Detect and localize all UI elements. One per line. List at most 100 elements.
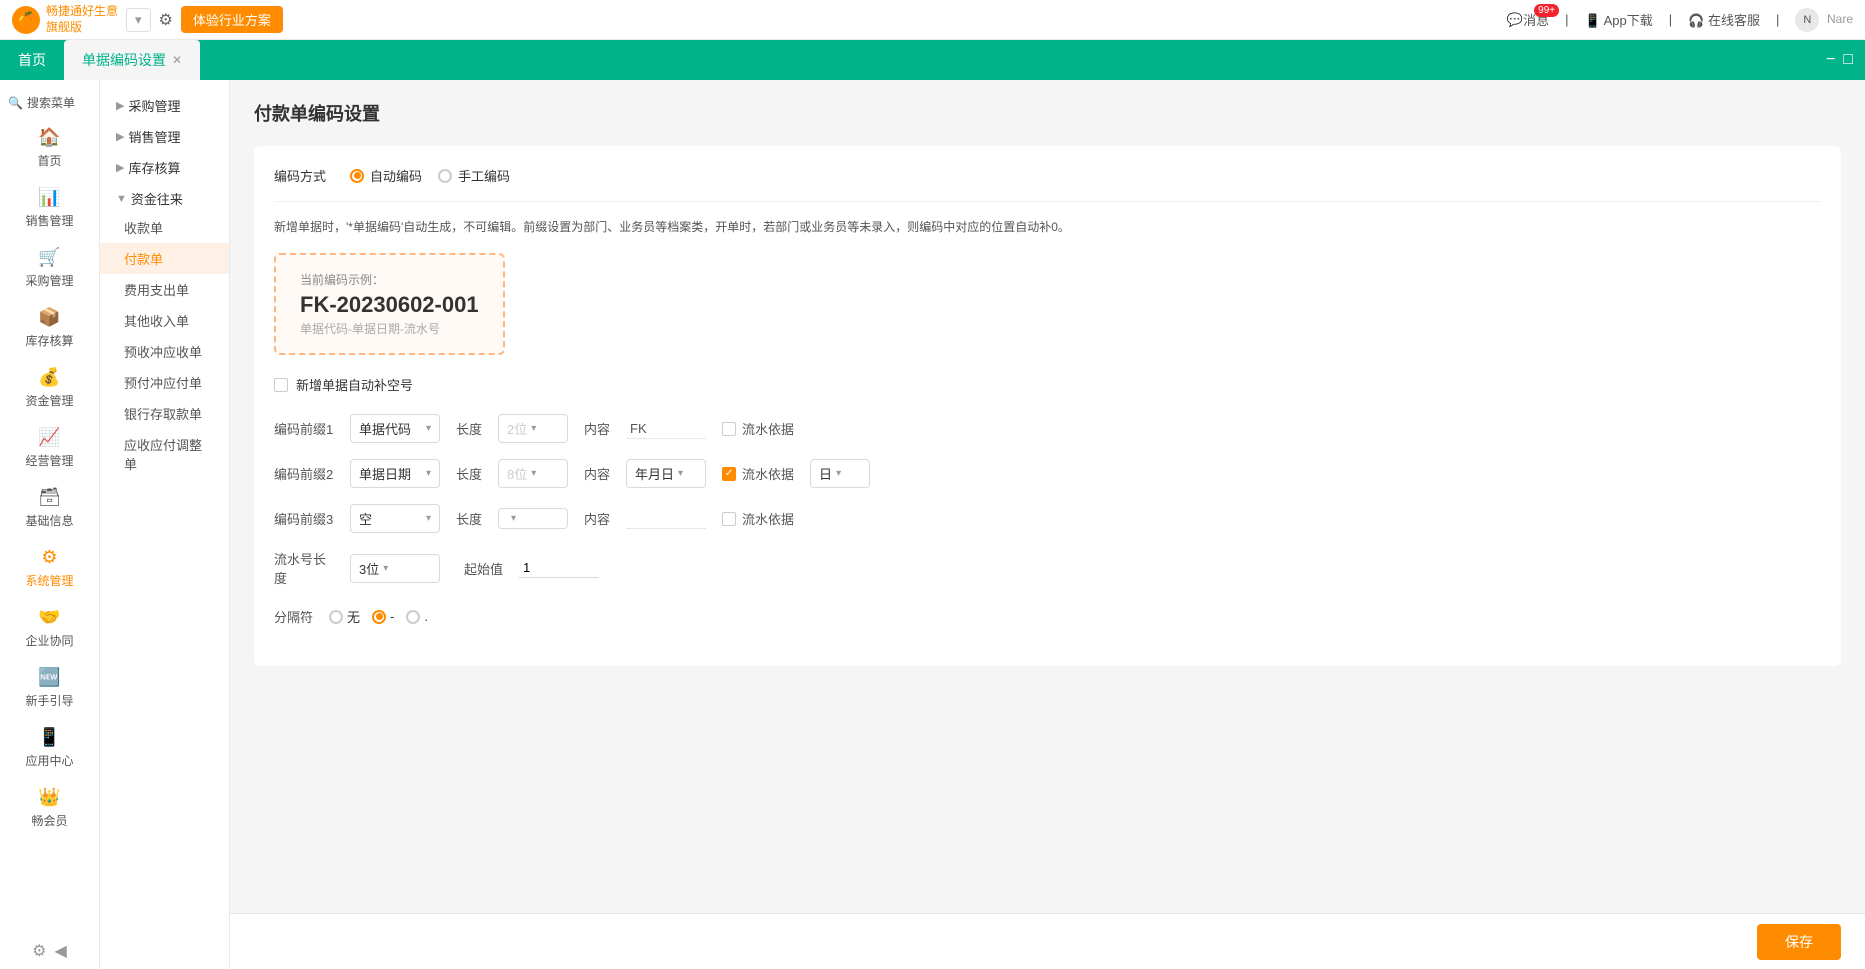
system-icon: ⚙ <box>41 547 57 568</box>
sidebar-item-finance[interactable]: 💰 资金管理 <box>0 359 99 417</box>
example-code: FK-20230602-001 <box>300 292 479 318</box>
content-wrapper: 付款单编码设置 编码方式 自动编码 手工编码 <box>230 80 1865 969</box>
radio-manual-encode[interactable]: 手工编码 <box>438 166 510 185</box>
prefix3-select[interactable]: 空 ▾ <box>350 504 440 533</box>
sidebar-item-basics[interactable]: 🗃 基础信息 <box>0 479 99 537</box>
promo-button[interactable]: 体验行业方案 <box>181 6 283 33</box>
prefix1-content-input[interactable] <box>626 419 706 439</box>
topbar-actions: ▾ ⚙ 体验行业方案 <box>126 6 283 33</box>
main-layout: 🔍 搜索菜单 🏠 首页 📊 销售管理 🛒 采购管理 📦 库存核算 💰 资金管理 … <box>0 80 1865 969</box>
sidebar-section-capital[interactable]: ▼ 资金往来 <box>100 181 229 212</box>
prefix1-serial-follow-checkbox[interactable] <box>722 422 736 436</box>
prefix2-period-arrow-icon: ▾ <box>836 468 841 479</box>
collapse-icon[interactable]: ◀ <box>55 941 67 961</box>
operations-icon: 📈 <box>38 427 60 448</box>
prefix3-content-input[interactable] <box>626 509 706 529</box>
sidebar-item-prepay-pay[interactable]: 预付冲应付单 <box>100 367 229 398</box>
autofill-checkbox[interactable] <box>274 378 288 392</box>
serial-len-select[interactable]: 3位 ▾ <box>350 554 440 583</box>
prefix2-len-arrow-icon: ▾ <box>531 468 536 479</box>
prefix2-content-select[interactable]: 年月日 ▾ <box>626 459 706 488</box>
prefix3-len-select[interactable]: ▾ <box>498 508 568 529</box>
sep-dash-radio[interactable]: - <box>372 609 394 624</box>
prefix2-serial-follow-checkbox[interactable]: ✓ <box>722 467 736 481</box>
sidebar-item-inventory[interactable]: 📦 库存核算 <box>0 299 99 357</box>
sep-none-radio[interactable]: 无 <box>329 607 360 626</box>
serial-len-label: 流水号长度 <box>274 549 334 587</box>
message-badge: 99+ <box>1534 4 1559 17</box>
topbar-sep3: | <box>1776 12 1779 27</box>
prefix1-select[interactable]: 单据代码 ▾ <box>350 414 440 443</box>
start-val-input[interactable] <box>519 558 599 578</box>
sep-dash-label: - <box>390 609 394 624</box>
minimize-icon[interactable]: − <box>1826 51 1835 69</box>
logo-icon: 🍊 <box>12 6 40 34</box>
bottom-settings-icon[interactable]: ⚙ <box>32 941 46 961</box>
save-button[interactable]: 保存 <box>1757 924 1841 960</box>
tab-close-icon[interactable]: ✕ <box>172 53 182 67</box>
radio-group-encode: 自动编码 手工编码 <box>350 166 510 185</box>
sidebar-item-receipt[interactable]: 收款单 <box>100 212 229 243</box>
sidebar-item-prepay-recv[interactable]: 预收冲应收单 <box>100 336 229 367</box>
autofill-checkbox-row: 新增单据自动补空号 <box>274 375 1821 394</box>
nav-tabs: 首页 单据编码设置 ✕ − □ <box>0 40 1865 80</box>
radio-manual-circle <box>438 169 452 183</box>
sidebar-item-bank-deposit[interactable]: 银行存取款单 <box>100 398 229 429</box>
mobile-icon: 📱 <box>1585 13 1601 28</box>
sep-dash-circle <box>372 610 386 624</box>
sep-dash-dot <box>376 613 383 620</box>
sidebar-item-guide[interactable]: 🆕 新手引导 <box>0 659 99 717</box>
maximize-icon[interactable]: □ <box>1843 51 1853 69</box>
sidebar-section-sales[interactable]: ▶ 销售管理 <box>100 119 229 150</box>
collab-icon: 🤝 <box>38 607 60 628</box>
prefix2-period-select[interactable]: 日 ▾ <box>810 459 870 488</box>
prefix2-len-select[interactable]: 8位 ▾ <box>498 459 568 488</box>
user-name[interactable]: N Nare <box>1795 8 1853 32</box>
sidebar-item-sales[interactable]: 📊 销售管理 <box>0 179 99 237</box>
sidebar-item-collab[interactable]: 🤝 企业协同 <box>0 599 99 657</box>
sidebar-item-member[interactable]: 👑 畅会员 <box>0 779 99 837</box>
encode-method-row: 编码方式 自动编码 手工编码 <box>274 166 1821 202</box>
example-label: 当前编码示例： <box>300 271 479 288</box>
sidebar-item-payment[interactable]: 付款单 <box>100 243 229 274</box>
settings-icon[interactable]: ⚙ <box>159 10 173 30</box>
message-btn[interactable]: 💬 消息 99+ <box>1507 10 1549 29</box>
prefix1-value: 单据代码 <box>359 419 422 438</box>
sidebar-item-home[interactable]: 🏠 首页 <box>0 119 99 177</box>
sidebar-item-apps[interactable]: 📱 应用中心 <box>0 719 99 777</box>
service-btn[interactable]: 🎧 在线客服 <box>1688 10 1760 29</box>
prefix2-value: 单据日期 <box>359 464 422 483</box>
prefix3-serial-follow-checkbox[interactable] <box>722 512 736 526</box>
app-download-btn[interactable]: 📱 App下载 <box>1585 10 1653 29</box>
prefix2-len-value: 8位 <box>507 464 527 483</box>
example-box: 当前编码示例： FK-20230602-001 单据代码-单据日期-流水号 <box>274 253 505 355</box>
dropdown-btn[interactable]: ▾ <box>126 8 151 32</box>
sidebar: ▶ 采购管理 ▶ 销售管理 ▶ 库存核算 ▼ 资金往来 收款单 付款单 费用支出… <box>100 80 230 969</box>
prefix1-arrow-icon: ▾ <box>426 423 431 434</box>
inventory-icon: 📦 <box>38 307 60 328</box>
sidebar-item-expense[interactable]: 费用支出单 <box>100 274 229 305</box>
sidebar-section-inventory[interactable]: ▶ 库存核算 <box>100 150 229 181</box>
sidebar-section-purchase[interactable]: ▶ 采购管理 <box>100 88 229 119</box>
guide-icon: 🆕 <box>38 667 60 688</box>
sidebar-item-recv-adj[interactable]: 应收应付调整单 <box>100 429 229 479</box>
purchase-icon: 🛒 <box>38 247 60 268</box>
sidebar-item-system[interactable]: ⚙ 系统管理 <box>0 539 99 597</box>
prefix1-len-value: 2位 <box>507 419 527 438</box>
topbar-sep: | <box>1565 12 1568 27</box>
sidebar-item-other-income[interactable]: 其他收入单 <box>100 305 229 336</box>
tab-home[interactable]: 首页 <box>0 40 64 80</box>
search-menu-btn[interactable]: 🔍 搜索菜单 <box>0 88 99 117</box>
left-nav-bottom: ⚙ ◀ <box>32 941 67 969</box>
sep-dot-radio[interactable]: . <box>406 609 428 624</box>
radio-auto-encode[interactable]: 自动编码 <box>350 166 422 185</box>
sidebar-item-purchase[interactable]: 🛒 采购管理 <box>0 239 99 297</box>
prefix2-serial-follow: ✓ 流水依据 <box>722 464 794 483</box>
tab-serial-coding[interactable]: 单据编码设置 ✕ <box>64 40 200 80</box>
prefix2-select[interactable]: 单据日期 ▾ <box>350 459 440 488</box>
sidebar-item-operations[interactable]: 📈 经营管理 <box>0 419 99 477</box>
headset-icon: 🎧 <box>1688 13 1704 28</box>
logo-text: 畅捷通好生意 旗舰版 <box>46 4 118 35</box>
prefix1-len-select[interactable]: 2位 ▾ <box>498 414 568 443</box>
prefix1-row: 编码前缀1 单据代码 ▾ 长度 2位 ▾ 内容 流水依据 <box>274 414 1821 443</box>
